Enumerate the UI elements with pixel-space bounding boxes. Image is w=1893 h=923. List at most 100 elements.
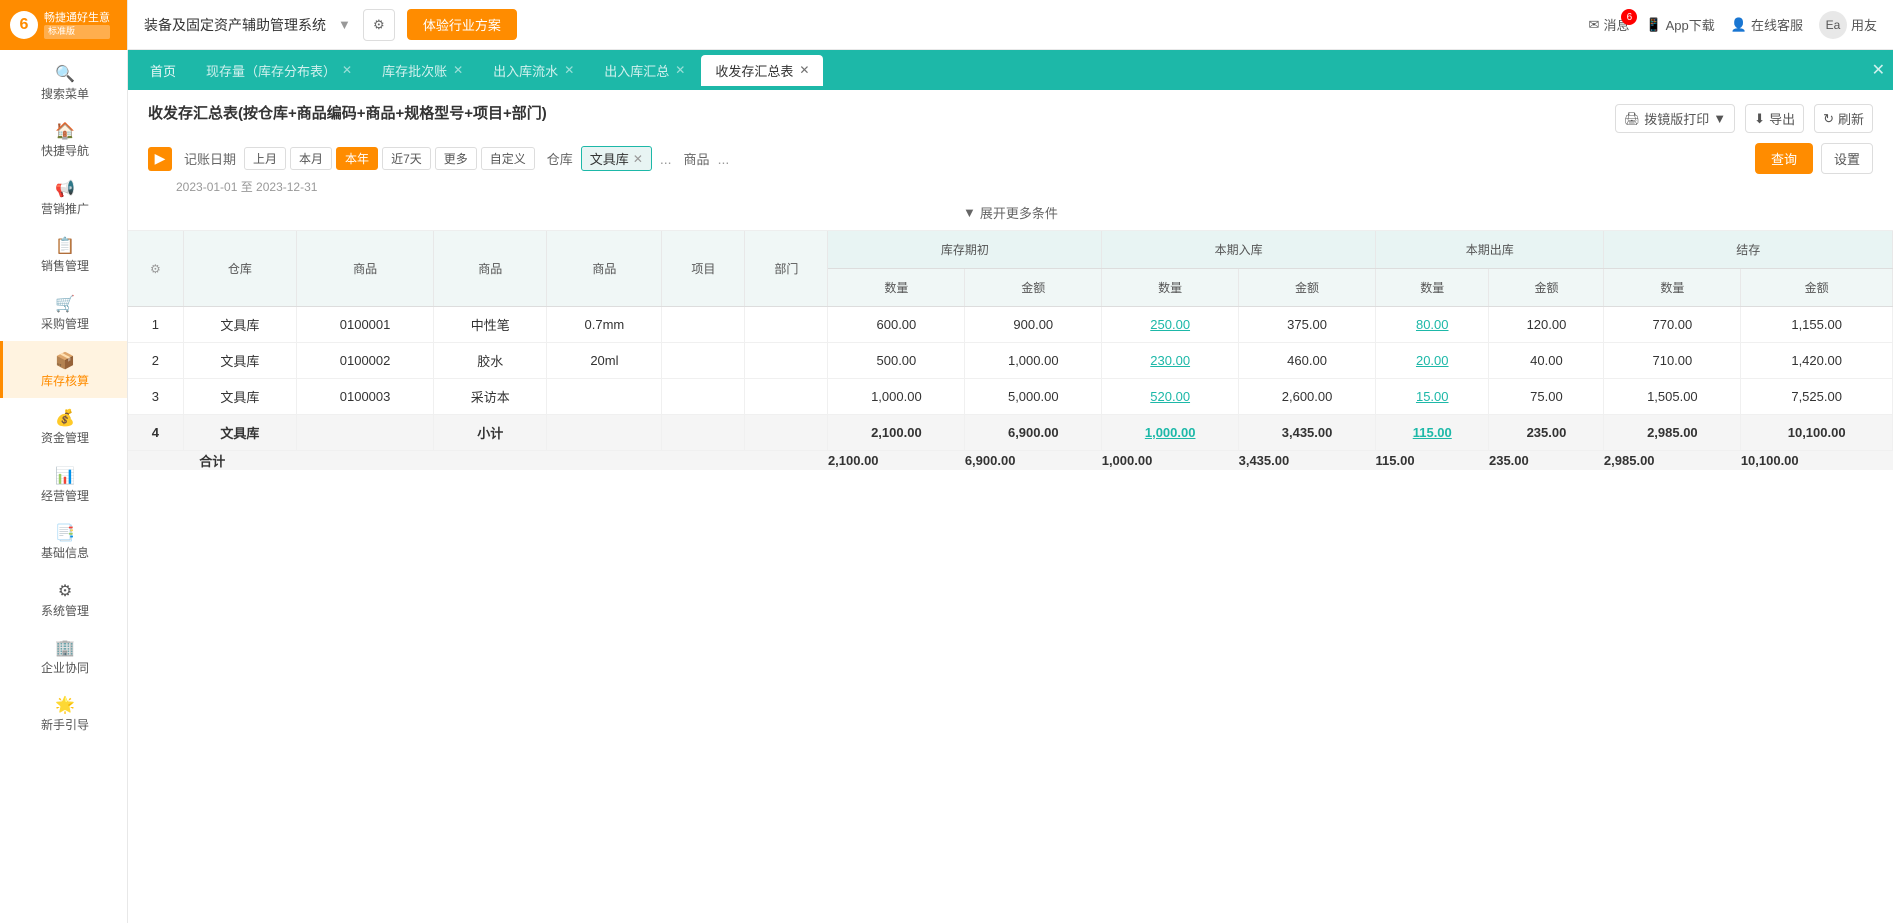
row-in-qty[interactable]: 1,000.00 — [1102, 415, 1239, 451]
table-row: 3 文具库 0100003 采访本 1,000.00 5,000.00 520.… — [128, 379, 1893, 415]
total-skip4 — [662, 451, 745, 471]
row-bal-amt: 1,420.00 — [1741, 343, 1893, 379]
inventory-label: 库存核算 — [41, 374, 89, 388]
refresh-button[interactable]: ↻ 刷新 — [1814, 104, 1873, 133]
logo-icon: 6 — [10, 11, 38, 39]
tab-inout-flow[interactable]: 出入库流水 ✕ — [479, 55, 588, 86]
sidebar-item-finance[interactable]: 💰 资金管理 — [0, 398, 127, 455]
row-warehouse: 文具库 — [183, 307, 296, 343]
row-out-qty[interactable]: 115.00 — [1376, 415, 1489, 451]
sidebar-item-quicknav[interactable]: 🏠 快捷导航 — [0, 111, 127, 168]
row-out-qty[interactable]: 15.00 — [1376, 379, 1489, 415]
export-button[interactable]: ⬇ 导出 — [1745, 104, 1804, 133]
goods-more[interactable]: ... — [718, 151, 730, 167]
row-spec — [547, 415, 662, 451]
sidebar: 6 畅捷通好生意 标准版 🔍 搜索菜单 🏠 快捷导航 📢 营销推广 📋 销售管理… — [0, 0, 128, 923]
tab-batch-label: 库存批次账 — [382, 61, 447, 80]
tab-home-label: 首页 — [150, 61, 176, 80]
sidebar-item-search[interactable]: 🔍 搜索菜单 — [0, 54, 127, 111]
main-area: 装备及固定资产辅助管理系统 ▼ ⚙ 体验行业方案 ✉ 消息 6 📱 App下载 … — [128, 0, 1893, 923]
close-all-tabs[interactable]: ✕ — [1872, 60, 1885, 80]
row-name: 中性笔 — [434, 307, 547, 343]
filter-toggle-btn[interactable]: ▶ — [148, 147, 172, 171]
warehouse-tag-value: 文具库 — [590, 149, 629, 168]
sidebar-item-purchase[interactable]: 🛒 采购管理 — [0, 284, 127, 341]
tab-batch-close[interactable]: ✕ — [453, 63, 463, 77]
message-action[interactable]: ✉ 消息 6 — [1589, 15, 1630, 34]
message-badge: 6 — [1621, 9, 1637, 25]
tab-inout-summary-close[interactable]: ✕ — [675, 63, 685, 77]
query-button[interactable]: 查询 — [1755, 143, 1813, 174]
sales-label: 销售管理 — [41, 259, 89, 273]
col-settings-header[interactable]: ⚙ — [128, 231, 183, 307]
btn-custom-date[interactable]: 自定义 — [481, 147, 535, 170]
btn-more-dates[interactable]: 更多 — [435, 147, 477, 170]
total-skip3 — [547, 451, 662, 471]
enterprise-icon: 🏢 — [55, 638, 75, 658]
system-label: 系统管理 — [41, 604, 89, 618]
total-opening-amt: 6,900.00 — [965, 451, 1102, 471]
page-title: 收发存汇总表(按仓库+商品编码+商品+规格型号+项目+部门) — [148, 102, 547, 123]
row-in-qty[interactable]: 250.00 — [1102, 307, 1239, 343]
row-opening-qty: 600.00 — [828, 307, 965, 343]
guide-icon: 🌟 — [55, 695, 75, 715]
col-bal-amt-header: 金额 — [1741, 269, 1893, 307]
tab-bar: 首页 现存量（库存分布表） ✕ 库存批次账 ✕ 出入库流水 ✕ 出入库汇总 ✕ … — [128, 50, 1893, 90]
sidebar-item-operations[interactable]: 📊 经营管理 — [0, 456, 127, 513]
col-in-qty-header: 数量 — [1102, 269, 1239, 307]
operations-icon: 📊 — [55, 466, 75, 486]
row-bal-qty: 710.00 — [1604, 343, 1741, 379]
topbar-settings-button[interactable]: ⚙ — [363, 9, 395, 41]
sidebar-item-marketing[interactable]: 📢 营销推广 — [0, 169, 127, 226]
tab-home[interactable]: 首页 — [136, 55, 190, 86]
row-dept — [745, 307, 828, 343]
tab-stock-dist-label: 现存量（库存分布表） — [206, 61, 336, 80]
tab-receive-summary[interactable]: 收发存汇总表 ✕ — [701, 55, 823, 86]
expand-conditions-btn[interactable]: ▼ 展开更多条件 — [963, 203, 1058, 222]
service-icon: 👤 — [1731, 17, 1747, 33]
row-opening-qty: 2,100.00 — [828, 415, 965, 451]
print-button[interactable]: 🖨 拨镜版打印 ▼ — [1615, 104, 1735, 133]
sidebar-item-guide[interactable]: 🌟 新手引导 — [0, 685, 127, 742]
sidebar-item-basic[interactable]: 📑 基础信息 — [0, 513, 127, 570]
sidebar-item-inventory[interactable]: 📦 库存核算 — [0, 341, 127, 398]
btn-this-year[interactable]: 本年 — [336, 147, 378, 170]
btn-last-month[interactable]: 上月 — [244, 147, 286, 170]
warehouse-tag-close[interactable]: ✕ — [633, 152, 643, 166]
search-label: 搜索菜单 — [41, 87, 89, 101]
warehouse-more[interactable]: ... — [660, 151, 672, 167]
trial-button[interactable]: 体验行业方案 — [407, 9, 517, 40]
table-row: 4 文具库 小计 2,100.00 6,900.00 1,000.00 3,43… — [128, 415, 1893, 451]
app-download-action[interactable]: 📱 App下载 — [1645, 15, 1714, 34]
sidebar-item-sales[interactable]: 📋 销售管理 — [0, 226, 127, 283]
row-out-qty[interactable]: 20.00 — [1376, 343, 1489, 379]
row-out-qty[interactable]: 80.00 — [1376, 307, 1489, 343]
total-bal-amt: 10,100.00 — [1741, 451, 1893, 471]
sidebar-item-enterprise[interactable]: 🏢 企业协同 — [0, 628, 127, 685]
warehouse-label: 仓库 — [547, 149, 573, 168]
settings-button[interactable]: 设置 — [1821, 143, 1873, 174]
tab-inout-summary[interactable]: 出入库汇总 ✕ — [590, 55, 699, 86]
total-out-qty: 115.00 — [1376, 451, 1489, 471]
col-code-header: 商品 — [297, 231, 434, 307]
tab-batch[interactable]: 库存批次账 ✕ — [368, 55, 477, 86]
row-out-amt: 40.00 — [1489, 343, 1604, 379]
btn-this-month[interactable]: 本月 — [290, 147, 332, 170]
row-opening-amt: 5,000.00 — [965, 379, 1102, 415]
user-action[interactable]: Ea 用友 — [1819, 11, 1877, 39]
print-icon: 🖨 — [1624, 111, 1641, 127]
row-in-qty[interactable]: 230.00 — [1102, 343, 1239, 379]
tab-inout-flow-close[interactable]: ✕ — [564, 63, 574, 77]
tab-receive-summary-close[interactable]: ✕ — [799, 63, 809, 77]
total-skip1 — [297, 451, 434, 471]
date-range-display: 2023-01-01 至 2023-12-31 — [176, 180, 317, 194]
btn-7days[interactable]: 近7天 — [382, 147, 431, 170]
online-service-action[interactable]: 👤 在线客服 — [1731, 15, 1803, 34]
tab-stock-dist[interactable]: 现存量（库存分布表） ✕ — [192, 55, 366, 86]
row-in-qty[interactable]: 520.00 — [1102, 379, 1239, 415]
tab-stock-dist-close[interactable]: ✕ — [342, 63, 352, 77]
col-project-header: 项目 — [662, 231, 745, 307]
sidebar-item-system[interactable]: ⚙ 系统管理 — [0, 571, 127, 628]
refresh-icon: ↻ — [1823, 111, 1834, 127]
sidebar-menu: 🔍 搜索菜单 🏠 快捷导航 📢 营销推广 📋 销售管理 🛒 采购管理 📦 库存核… — [0, 50, 127, 923]
